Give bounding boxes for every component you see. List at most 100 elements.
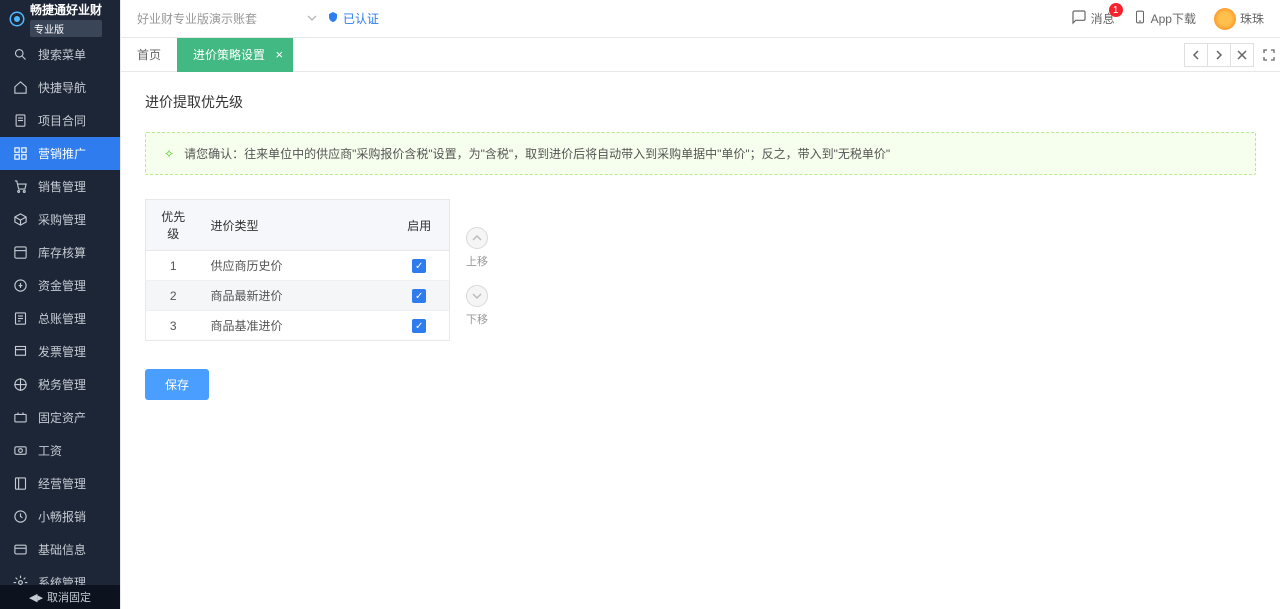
avatar <box>1214 8 1236 30</box>
nav-label: 税务管理 <box>38 376 86 393</box>
message-icon <box>1071 9 1087 28</box>
chevron-down-icon <box>466 285 488 307</box>
nav-label: 库存核算 <box>38 244 86 261</box>
home-icon <box>12 80 28 96</box>
nav-label: 采购管理 <box>38 211 86 228</box>
info-icon: ✧ <box>164 147 174 161</box>
salary-icon <box>12 443 28 459</box>
account-selector[interactable]: 好业财专业版演示账套 <box>137 10 317 27</box>
stock-icon <box>12 245 28 261</box>
checkbox[interactable]: ✓ <box>412 289 426 303</box>
verify-text: 已认证 <box>343 10 379 27</box>
tab-bar: 首页 进价策略设置 × <box>121 38 1280 72</box>
logo-icon <box>8 10 26 28</box>
tab-label: 首页 <box>137 46 161 63</box>
tab-next[interactable] <box>1207 43 1231 67</box>
info-icon <box>12 542 28 558</box>
box-icon <box>12 212 28 228</box>
nav-item-12[interactable]: 工资 <box>0 434 120 467</box>
message-button[interactable]: 消息 1 <box>1071 9 1115 28</box>
notice-box: ✧ 请您确认：往来单位中的供应商"采购报价含税"设置，为"含税"，取到进价后将自… <box>145 132 1256 175</box>
table-row[interactable]: 3商品基准进价 ✓ <box>146 311 450 341</box>
cell-priority: 2 <box>146 281 201 311</box>
col-enabled: 启用 <box>390 200 450 251</box>
nav-label: 固定资产 <box>38 409 86 426</box>
cell-type: 商品最新进价 <box>201 281 390 311</box>
save-button[interactable]: 保存 <box>145 369 209 400</box>
download-button[interactable]: App下载 <box>1133 10 1196 27</box>
nav-label: 总账管理 <box>38 310 86 327</box>
tab-close-icon[interactable]: × <box>275 47 283 62</box>
doc-icon <box>12 113 28 129</box>
logo-badge: 专业版 <box>30 20 102 37</box>
col-priority: 优先级 <box>146 200 201 251</box>
user-menu[interactable]: 珠珠 <box>1214 8 1264 30</box>
account-name: 好业财专业版演示账套 <box>137 10 257 27</box>
nav-label: 发票管理 <box>38 343 86 360</box>
page-title: 进价提取优先级 <box>145 92 1256 112</box>
move-up-button[interactable]: 上移 <box>466 227 488 269</box>
cell-priority: 3 <box>146 311 201 341</box>
nav-item-16[interactable]: 系统管理 <box>0 566 120 585</box>
nav-item-9[interactable]: 发票管理 <box>0 335 120 368</box>
pin-icon: ◀▸ <box>29 591 43 604</box>
cell-enabled: ✓ <box>390 251 450 281</box>
nav-item-4[interactable]: 销售管理 <box>0 170 120 203</box>
chevron-up-icon <box>466 227 488 249</box>
nav-item-13[interactable]: 经营管理 <box>0 467 120 500</box>
nav-label: 资金管理 <box>38 277 86 294</box>
biz-icon <box>12 476 28 492</box>
nav-item-14[interactable]: 小畅报销 <box>0 500 120 533</box>
cell-enabled: ✓ <box>390 311 450 341</box>
nav-item-2[interactable]: 项目合同 <box>0 104 120 137</box>
message-badge: 1 <box>1109 3 1123 17</box>
invoice-icon <box>12 344 28 360</box>
tab-close-all[interactable] <box>1230 43 1254 67</box>
cell-type: 商品基准进价 <box>201 311 390 341</box>
col-type: 进价类型 <box>201 200 390 251</box>
asset-icon <box>12 410 28 426</box>
move-down-label: 下移 <box>466 311 488 327</box>
ledger-icon <box>12 311 28 327</box>
nav-item-6[interactable]: 库存核算 <box>0 236 120 269</box>
pin-toggle[interactable]: ◀▸ 取消固定 <box>0 585 120 609</box>
checkbox[interactable]: ✓ <box>412 259 426 273</box>
nav-item-3[interactable]: 营销推广 <box>0 137 120 170</box>
nav-label: 经营管理 <box>38 475 86 492</box>
main: 好业财专业版演示账套 已认证 消息 1 <box>120 0 1280 609</box>
content: 进价提取优先级 ✧ 请您确认：往来单位中的供应商"采购报价含税"设置，为"含税"… <box>121 72 1280 609</box>
move-down-button[interactable]: 下移 <box>466 285 488 327</box>
download-label: App下载 <box>1151 10 1196 27</box>
notice-text: 请您确认：往来单位中的供应商"采购报价含税"设置，为"含税"，取到进价后将自动带… <box>184 145 890 162</box>
nav-label: 搜索菜单 <box>38 46 86 63</box>
tab-0[interactable]: 首页 <box>121 38 177 72</box>
tab-prev[interactable] <box>1184 43 1208 67</box>
nav-label: 系统管理 <box>38 574 86 585</box>
logo-text: 畅捷通好业财 <box>30 1 102 18</box>
nav-item-5[interactable]: 采购管理 <box>0 203 120 236</box>
nav-item-0[interactable]: 搜索菜单 <box>0 38 120 71</box>
tab-1[interactable]: 进价策略设置 × <box>177 38 293 72</box>
search-icon <box>12 47 28 63</box>
nav-item-11[interactable]: 固定资产 <box>0 401 120 434</box>
phone-icon <box>1133 10 1147 27</box>
nav-item-1[interactable]: 快捷导航 <box>0 71 120 104</box>
verify-badge: 已认证 <box>327 10 379 27</box>
settings-icon <box>12 575 28 586</box>
nav-item-10[interactable]: 税务管理 <box>0 368 120 401</box>
checkbox[interactable]: ✓ <box>412 319 426 333</box>
chevron-down-icon <box>307 12 317 26</box>
topbar: 好业财专业版演示账套 已认证 消息 1 <box>121 0 1280 38</box>
table-row[interactable]: 2商品最新进价 ✓ <box>146 281 450 311</box>
cell-priority: 1 <box>146 251 201 281</box>
fullscreen-button[interactable] <box>1257 43 1280 67</box>
nav-item-7[interactable]: 资金管理 <box>0 269 120 302</box>
nav-item-15[interactable]: 基础信息 <box>0 533 120 566</box>
nav: 搜索菜单快捷导航项目合同营销推广销售管理采购管理库存核算资金管理总账管理发票管理… <box>0 38 120 585</box>
tab-label: 进价策略设置 <box>193 46 265 63</box>
table-row[interactable]: 1供应商历史价✓ <box>146 251 450 281</box>
shield-icon <box>327 11 339 26</box>
nav-item-8[interactable]: 总账管理 <box>0 302 120 335</box>
nav-label: 工资 <box>38 442 62 459</box>
nav-label: 营销推广 <box>38 145 86 162</box>
